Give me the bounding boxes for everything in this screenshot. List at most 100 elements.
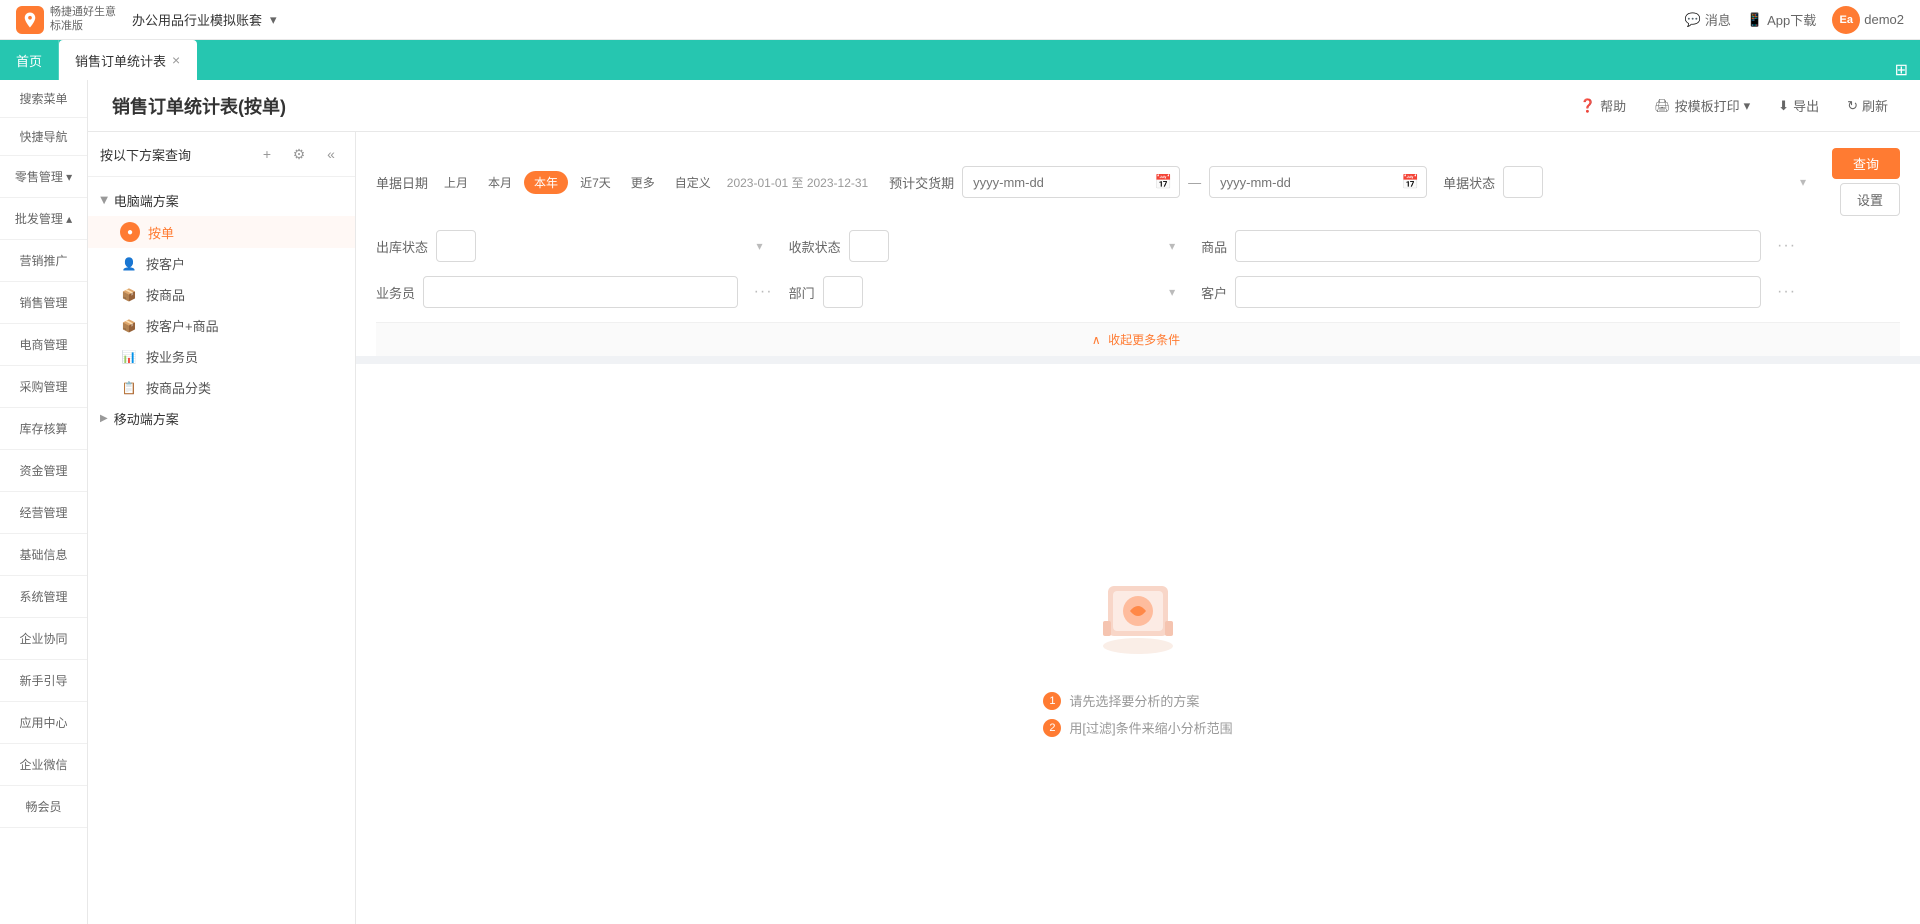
person-icon: 👤 bbox=[120, 255, 138, 273]
tree-item-by-goods-category[interactable]: 📋 按商品分类 bbox=[88, 372, 355, 403]
message-button[interactable]: 💬 消息 bbox=[1685, 10, 1731, 29]
sidebar-item-sales[interactable]: 销售管理 bbox=[0, 282, 87, 324]
tree-group-mobile-header[interactable]: ▶ 移动端方案 bbox=[88, 403, 355, 434]
tree-arrow-pc: ▶ bbox=[98, 197, 109, 205]
sidebar-item-operation[interactable]: 经营管理 bbox=[0, 492, 87, 534]
refresh-icon: ↻ bbox=[1847, 98, 1858, 114]
refresh-button[interactable]: ↻ 刷新 bbox=[1839, 92, 1896, 119]
collapse-up-icon: ∧ bbox=[1092, 333, 1101, 347]
tab-close-icon[interactable]: × bbox=[172, 53, 180, 67]
logo: 畅捷通好生意 标准版 bbox=[16, 6, 116, 34]
print-button[interactable]: 🖨 按模板打印 ▾ bbox=[1646, 92, 1758, 119]
export-icon: ⬇ bbox=[1778, 98, 1789, 114]
collapse-panel-button[interactable]: « bbox=[319, 142, 343, 166]
out-status-select[interactable] bbox=[436, 230, 476, 262]
empty-illustration bbox=[1078, 551, 1198, 671]
right-panel: 单据日期 上月 本月 本年 近7天 更多 自定义 2023-01-01 至 20… bbox=[356, 132, 1920, 924]
date-btn-more[interactable]: 更多 bbox=[623, 171, 663, 194]
tree-item-by-order[interactable]: ● 按单 bbox=[88, 216, 355, 248]
sidebar-quick-nav[interactable]: 快捷导航 bbox=[0, 118, 87, 156]
date-to-input[interactable] bbox=[1209, 166, 1427, 198]
chart-icon: 📊 bbox=[120, 348, 138, 366]
add-scheme-button[interactable]: + bbox=[255, 142, 279, 166]
filter-customer-item: 客户 ··· bbox=[1201, 276, 1796, 308]
left-panel-actions: + ⚙ « bbox=[255, 142, 343, 166]
tab-sales-statistics[interactable]: 销售订单统计表 × bbox=[59, 40, 197, 80]
scheme-settings-button[interactable]: ⚙ bbox=[287, 142, 311, 166]
app-download-button[interactable]: 📱 App下载 bbox=[1747, 10, 1816, 29]
tab-expand[interactable]: ⊞ bbox=[1883, 60, 1920, 80]
filter-date-item: 单据日期 上月 本月 本年 近7天 更多 自定义 2023-01-01 至 20… bbox=[376, 171, 873, 194]
customer-input[interactable] bbox=[1235, 276, 1761, 308]
filter-payment-status-item: 收款状态 bbox=[789, 230, 1186, 262]
left-panel: 按以下方案查询 + ⚙ « ▶ 电脑端方案 bbox=[88, 132, 356, 924]
date-from-input[interactable] bbox=[962, 166, 1180, 198]
calendar-to-icon[interactable]: 📅 bbox=[1402, 174, 1419, 191]
salesman-more-icon[interactable]: ··· bbox=[754, 283, 773, 301]
sidebar-item-system[interactable]: 系统管理 bbox=[0, 576, 87, 618]
topbar: 畅捷通好生意 标准版 办公用品行业模拟账套 ▾ 💬 消息 📱 App下载 Ea … bbox=[0, 0, 1920, 40]
sidebar-item-purchase[interactable]: 采购管理 bbox=[0, 366, 87, 408]
sidebar-item-retail[interactable]: 零售管理 ▾ bbox=[0, 156, 87, 198]
tree-group-pc-header[interactable]: ▶ 电脑端方案 bbox=[88, 185, 355, 216]
tree-item-by-customer[interactable]: 👤 按客户 bbox=[88, 248, 355, 279]
sidebar-item-wholesale[interactable]: 批发管理 ▴ bbox=[0, 198, 87, 240]
customer-more-icon[interactable]: ··· bbox=[1777, 283, 1796, 301]
collapse-bar[interactable]: ∧ 收起更多条件 bbox=[376, 322, 1900, 356]
date-btn-last-7days[interactable]: 近7天 bbox=[572, 171, 619, 194]
status-select[interactable] bbox=[1503, 166, 1543, 198]
help-button[interactable]: ❓ 帮助 bbox=[1572, 92, 1634, 119]
query-button[interactable]: 查询 bbox=[1832, 148, 1900, 179]
app-title-dropdown[interactable]: ▾ bbox=[270, 12, 277, 28]
goods-input[interactable] bbox=[1235, 230, 1761, 262]
date-btn-this-year[interactable]: 本年 bbox=[524, 171, 568, 194]
filter-row-3: 业务员 ··· 部门 bbox=[376, 276, 1900, 308]
department-select[interactable] bbox=[823, 276, 863, 308]
tree-container: ▶ 电脑端方案 ● 按单 👤 按客户 📦 bbox=[88, 177, 355, 924]
settings-button[interactable]: 设置 bbox=[1840, 183, 1900, 216]
sidebar-search[interactable]: 搜索菜单 bbox=[0, 80, 87, 118]
goods-label: 商品 bbox=[1201, 237, 1227, 256]
filter-goods-item: 商品 ··· bbox=[1201, 230, 1796, 262]
sidebar-item-marketing[interactable]: 营销推广 bbox=[0, 240, 87, 282]
filter-row-2: 出库状态 收款状态 bbox=[376, 230, 1900, 262]
goods-more-icon[interactable]: ··· bbox=[1777, 237, 1796, 255]
tree-item-by-customer-goods[interactable]: 📦 按客户+商品 bbox=[88, 310, 355, 341]
date-to-wrap: 📅 bbox=[1209, 166, 1427, 198]
date-range-display: 2023-01-01 至 2023-12-31 bbox=[727, 174, 868, 191]
tree-group-mobile: ▶ 移动端方案 bbox=[88, 403, 355, 434]
tab-home[interactable]: 首页 bbox=[0, 40, 59, 80]
date-quick-group: 上月 本月 本年 近7天 更多 自定义 bbox=[436, 171, 719, 194]
department-wrap bbox=[823, 276, 1186, 308]
sidebar-item-member[interactable]: 畅会员 bbox=[0, 786, 87, 828]
sidebar-item-appcenter[interactable]: 应用中心 bbox=[0, 702, 87, 744]
sidebar-item-finance[interactable]: 资金管理 bbox=[0, 450, 87, 492]
date-btn-custom[interactable]: 自定义 bbox=[667, 171, 719, 194]
content-body: 按以下方案查询 + ⚙ « ▶ 电脑端方案 bbox=[88, 132, 1920, 924]
sidebar-item-wechat[interactable]: 企业微信 bbox=[0, 744, 87, 786]
filter-out-status-item: 出库状态 bbox=[376, 230, 773, 262]
sidebar-item-inventory[interactable]: 库存核算 bbox=[0, 408, 87, 450]
message-icon: 💬 bbox=[1685, 12, 1701, 28]
filter-area: 单据日期 上月 本月 本年 近7天 更多 自定义 2023-01-01 至 20… bbox=[356, 132, 1920, 356]
date-label: 单据日期 bbox=[376, 173, 428, 192]
tree-arrow-mobile: ▶ bbox=[100, 413, 108, 424]
date-btn-last-month[interactable]: 上月 bbox=[436, 171, 476, 194]
export-button[interactable]: ⬇ 导出 bbox=[1770, 92, 1827, 119]
payment-status-select[interactable] bbox=[849, 230, 889, 262]
tree-item-by-goods[interactable]: 📦 按商品 bbox=[88, 279, 355, 310]
app-title: 办公用品行业模拟账套 bbox=[132, 10, 262, 29]
filter-expected-date-item: 预计交货期 📅 — 📅 bbox=[889, 166, 1427, 198]
user-menu[interactable]: Ea demo2 bbox=[1832, 6, 1904, 34]
sidebar-item-basic[interactable]: 基础信息 bbox=[0, 534, 87, 576]
empty-hint-1: 1 请先选择要分析的方案 bbox=[1043, 691, 1232, 710]
sidebar: 搜索菜单 快捷导航 零售管理 ▾ 批发管理 ▴ 营销推广 销售管理 电商管理 采… bbox=[0, 80, 88, 924]
salesman-input[interactable] bbox=[423, 276, 738, 308]
sidebar-item-ecommerce[interactable]: 电商管理 bbox=[0, 324, 87, 366]
tree-item-by-salesman[interactable]: 📊 按业务员 bbox=[88, 341, 355, 372]
date-btn-this-month[interactable]: 本月 bbox=[480, 171, 520, 194]
sidebar-item-enterprise[interactable]: 企业协同 bbox=[0, 618, 87, 660]
sidebar-item-guide[interactable]: 新手引导 bbox=[0, 660, 87, 702]
empty-state: 1 请先选择要分析的方案 2 用[过滤]条件来缩小分析范围 bbox=[356, 364, 1920, 924]
calendar-from-icon[interactable]: 📅 bbox=[1155, 174, 1172, 191]
